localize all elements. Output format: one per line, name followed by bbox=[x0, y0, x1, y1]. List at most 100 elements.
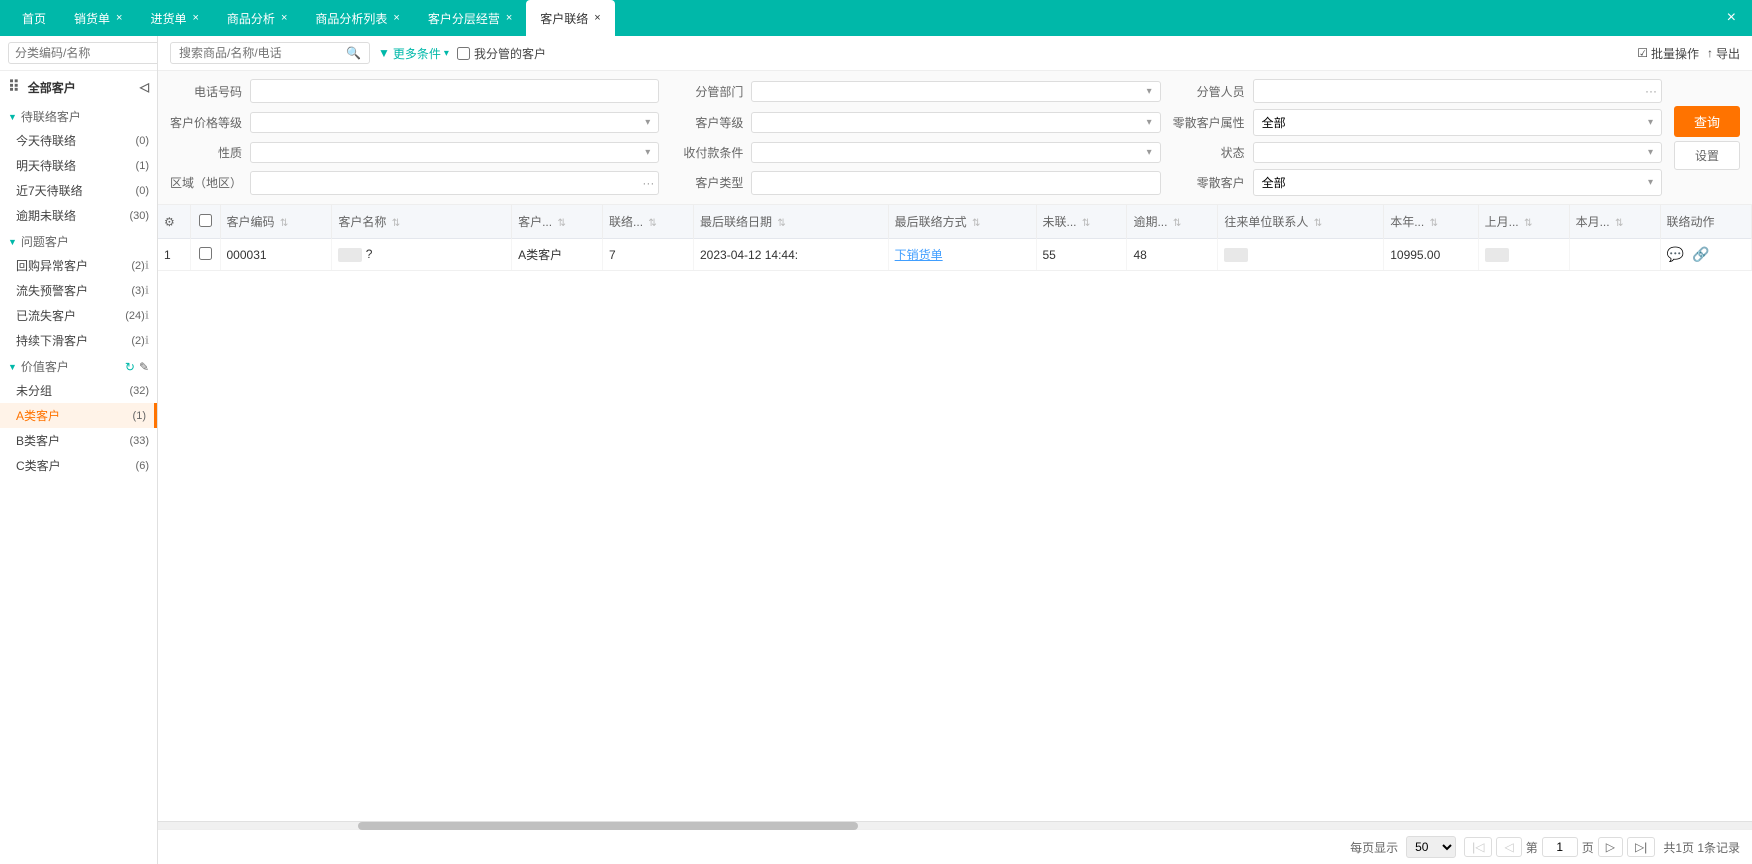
filter-select-customer-grade[interactable]: ▾ bbox=[751, 112, 1160, 133]
header-checkbox[interactable] bbox=[199, 214, 212, 227]
nav-product-list[interactable]: 商品分析列表 × bbox=[301, 0, 413, 36]
nav-customer-contact[interactable]: 客户联络 × bbox=[526, 0, 614, 36]
h-scroll-thumb[interactable] bbox=[358, 822, 858, 830]
sidebar-item-c-class[interactable]: C类客户 (6) bbox=[0, 453, 157, 478]
sidebar-collapse-icon[interactable]: ◁ bbox=[140, 80, 149, 94]
batch-op-btn[interactable]: ☑ 批量操作 bbox=[1637, 45, 1699, 62]
col-type-sort[interactable]: ⇅ bbox=[557, 218, 565, 229]
col-code-sort[interactable]: ⇅ bbox=[280, 218, 288, 229]
col-overdue-sort[interactable]: ⇅ bbox=[1173, 218, 1181, 229]
sidebar-item-unclassified[interactable]: 未分组 (32) bbox=[0, 378, 157, 403]
col-customer-code: 客户编码 ⇅ bbox=[220, 205, 332, 239]
col-this-year-sort[interactable]: ⇅ bbox=[1430, 218, 1438, 229]
query-button[interactable]: 查询 bbox=[1674, 106, 1740, 137]
horizontal-scrollbar[interactable] bbox=[158, 821, 1752, 829]
nav-customer-layer[interactable]: 客户分层经营 × bbox=[414, 0, 526, 36]
close-all-tabs[interactable]: × bbox=[1719, 9, 1744, 27]
sidebar-unclassified-label: 未分组 bbox=[16, 382, 129, 399]
adv-filter-panel: 电话号码 分管部门 ▾ 分管人员 bbox=[158, 71, 1752, 205]
col-last-month-sort[interactable]: ⇅ bbox=[1524, 218, 1532, 229]
row-last-month-block bbox=[1485, 248, 1509, 262]
prev-page-btn[interactable]: ◁ bbox=[1496, 837, 1521, 857]
adv-filter-row-3: 性质 ▾ 收付款条件 ▾ bbox=[170, 142, 1662, 163]
nav-sales-close[interactable]: × bbox=[116, 12, 122, 24]
col-last-date-sort[interactable]: ⇅ bbox=[777, 218, 785, 229]
sidebar-item-declining[interactable]: 持续下滑客户 (2) ℹ bbox=[0, 328, 157, 353]
filter-input-person[interactable] bbox=[1254, 80, 1641, 102]
filter-select-price-grade[interactable]: ▾ bbox=[250, 112, 659, 133]
sidebar-value-edit-icon[interactable]: ✎ bbox=[139, 360, 149, 374]
col-unit-contact-sort[interactable]: ⇅ bbox=[1314, 218, 1322, 229]
row-code: 000031 bbox=[220, 239, 332, 271]
filter-input-phone[interactable] bbox=[250, 79, 659, 103]
filter-select-dept[interactable]: ▾ bbox=[751, 81, 1160, 102]
table-header-row: ⚙ 客户编码 ⇅ 客户名称 ⇅ bbox=[158, 205, 1752, 239]
setting-button[interactable]: 设置 bbox=[1674, 141, 1740, 170]
row-note-icon[interactable]: 💬 bbox=[1667, 246, 1684, 263]
row-link-icon[interactable]: 🔗 bbox=[1692, 246, 1709, 263]
sidebar-7days-label: 近7天待联络 bbox=[16, 182, 136, 199]
sidebar-item-churned[interactable]: 已流失客户 (24) ℹ bbox=[0, 303, 157, 328]
filter-select-retail-customer[interactable]: 全部 ▾ bbox=[1253, 169, 1662, 196]
filter-field-customer-type: 客户类型 bbox=[671, 171, 1160, 195]
nav-product-analysis[interactable]: 商品分析 × bbox=[213, 0, 301, 36]
filter-search-input[interactable] bbox=[179, 46, 342, 60]
nav-purchase-order[interactable]: 进货单 × bbox=[136, 0, 212, 36]
col-name-label: 客户名称 bbox=[338, 215, 386, 229]
sidebar-churn-warning-info-icon: ℹ bbox=[145, 284, 149, 297]
last-page-btn[interactable]: ▷| bbox=[1627, 837, 1655, 857]
gear-icon[interactable]: ⚙ bbox=[164, 215, 175, 229]
page-num-input[interactable] bbox=[1542, 837, 1578, 857]
sidebar-item-churn-warning[interactable]: 流失预警客户 (3) ℹ bbox=[0, 278, 157, 303]
filter-search-icon[interactable]: 🔍 bbox=[346, 46, 361, 60]
filter-input-customer-type[interactable] bbox=[751, 171, 1160, 195]
sidebar-item-repurchase-abnormal[interactable]: 回购异常客户 (2) ℹ bbox=[0, 253, 157, 278]
first-page-btn[interactable]: |◁ bbox=[1464, 837, 1492, 857]
nav-sales-order[interactable]: 销货单 × bbox=[60, 0, 136, 36]
my-customers-checkbox-label[interactable]: 我分管的客户 bbox=[457, 45, 546, 62]
row-checkbox[interactable] bbox=[199, 247, 212, 260]
page-size-select[interactable]: 50 bbox=[1406, 836, 1456, 858]
sidebar-search-input[interactable] bbox=[8, 42, 158, 64]
col-last-method-sort[interactable]: ⇅ bbox=[972, 218, 980, 229]
export-btn[interactable]: ↑ 导出 bbox=[1707, 45, 1740, 62]
col-this-month-sort[interactable]: ⇅ bbox=[1615, 218, 1623, 229]
filter-nature-caret: ▾ bbox=[645, 147, 650, 158]
sidebar-all-customers[interactable]: ⠿ 全部客户 ◁ bbox=[0, 71, 157, 103]
sidebar-value-refresh-icon[interactable]: ↻ bbox=[125, 360, 135, 374]
nav-home[interactable]: 首页 bbox=[8, 0, 60, 36]
filter-more-btn[interactable]: ▼ 更多条件 ▾ bbox=[378, 45, 449, 62]
next-page-btn[interactable]: ▷ bbox=[1598, 837, 1623, 857]
sidebar-item-a-class[interactable]: A类客户 (1) bbox=[0, 403, 157, 428]
nav-product-list-close[interactable]: × bbox=[393, 12, 399, 24]
col-contact-count: 联络... ⇅ bbox=[603, 205, 694, 239]
nav-purchase-close[interactable]: × bbox=[192, 12, 198, 24]
filter-select-retail-attr[interactable]: 全部 ▾ bbox=[1253, 109, 1662, 136]
filter-select-nature[interactable]: ▾ bbox=[250, 142, 659, 163]
nav-product-close[interactable]: × bbox=[281, 12, 287, 24]
main-layout: 🔍 ⠿ 全部客户 ◁ ▼ 待联络客户 今天待联络 (0) 明天待联络 (1) 近… bbox=[0, 36, 1752, 864]
row-last-method-link[interactable]: 下销货单 bbox=[895, 248, 943, 262]
col-contact-sort[interactable]: ⇅ bbox=[648, 218, 656, 229]
filter-field-nature: 性质 ▾ bbox=[170, 142, 659, 163]
my-customers-checkbox[interactable] bbox=[457, 47, 470, 60]
sidebar-item-b-class[interactable]: B类客户 (33) bbox=[0, 428, 157, 453]
sidebar-item-tomorrow[interactable]: 明天待联络 (1) bbox=[0, 153, 157, 178]
filter-input-region[interactable] bbox=[251, 172, 638, 194]
sidebar-item-today[interactable]: 今天待联络 (0) bbox=[0, 128, 157, 153]
sidebar-item-7days[interactable]: 近7天待联络 (0) bbox=[0, 178, 157, 203]
filter-label-person: 分管人员 bbox=[1173, 83, 1253, 100]
filter-select-payment[interactable]: ▾ bbox=[751, 142, 1160, 163]
col-name-sort[interactable]: ⇅ bbox=[392, 218, 400, 229]
sidebar-search-container: 🔍 bbox=[0, 36, 157, 71]
nav-customer-contact-close[interactable]: × bbox=[594, 12, 600, 24]
filter-select-status[interactable]: ▾ bbox=[1253, 142, 1662, 163]
filter-region-dots[interactable]: ··· bbox=[638, 176, 658, 190]
filter-field-price-grade: 客户价格等级 ▾ bbox=[170, 112, 659, 133]
sidebar-c-class-label: C类客户 bbox=[16, 457, 136, 474]
nav-customer-layer-close[interactable]: × bbox=[506, 12, 512, 24]
sidebar-item-overdue[interactable]: 逾期未联络 (30) bbox=[0, 203, 157, 228]
filter-person-dots[interactable]: ··· bbox=[1641, 84, 1661, 98]
filter-retail-customer-caret: ▾ bbox=[1648, 177, 1653, 188]
col-not-contacted-sort[interactable]: ⇅ bbox=[1082, 218, 1090, 229]
